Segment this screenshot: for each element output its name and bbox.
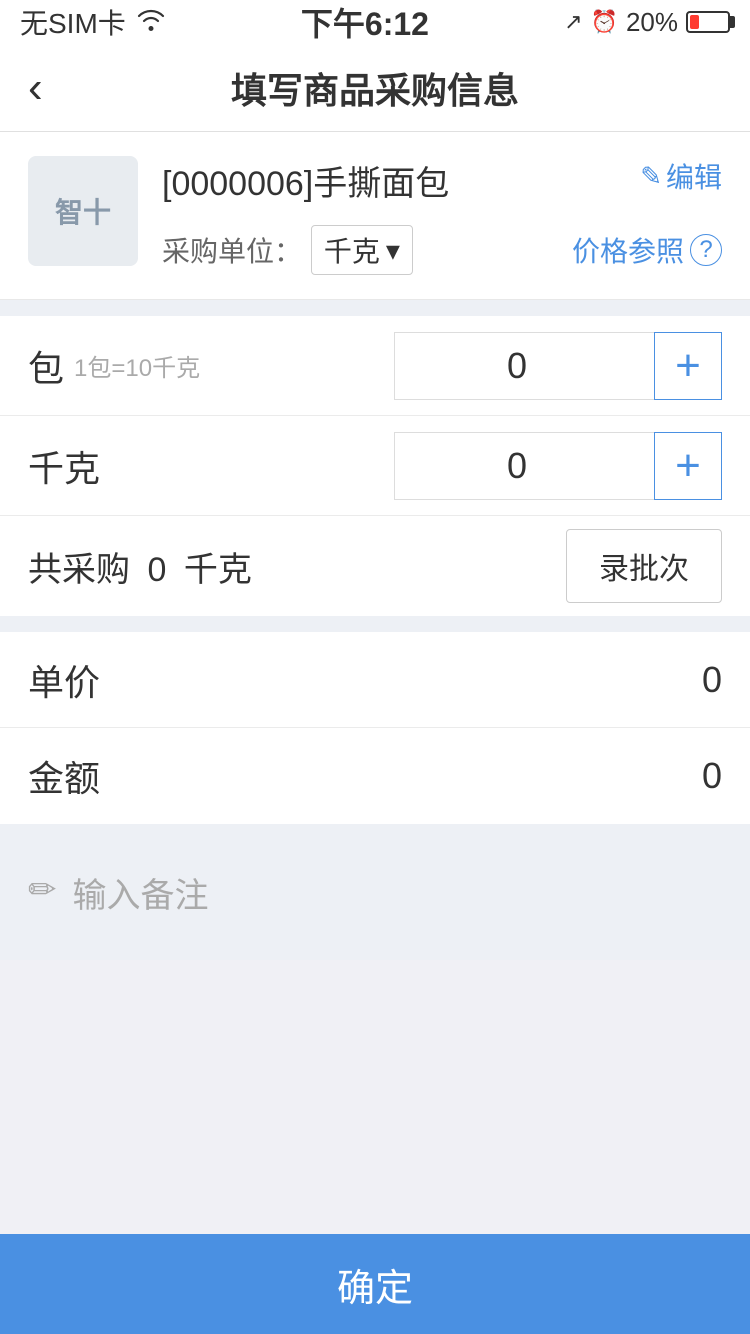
page-title: 填写商品采购信息 <box>231 62 519 114</box>
wifi-icon <box>136 6 166 38</box>
kg-plus-button[interactable]: + <box>654 432 722 500</box>
status-time: 下午6:12 <box>301 0 429 45</box>
product-info: [0000006]手撕面包 ✎ 编辑 采购单位： 千克 ▾ 价格参照 ? <box>162 156 722 275</box>
product-header: [0000006]手撕面包 ✎ 编辑 <box>162 156 722 205</box>
product-image: 智十 <box>28 156 138 266</box>
pack-input-right: + <box>200 332 722 400</box>
edit-button[interactable]: ✎ 编辑 <box>640 156 722 196</box>
section-separator-2 <box>0 616 750 632</box>
amount-value: 0 <box>702 755 722 797</box>
summary-unit: 千克 <box>184 551 252 589</box>
product-name: [0000006]手撕面包 <box>162 156 449 205</box>
nav-bar: ‹ 填写商品采购信息 <box>0 44 750 132</box>
section-separator-1 <box>0 300 750 316</box>
dropdown-arrow-icon: ▾ <box>386 234 400 267</box>
confirm-button[interactable]: 确定 <box>0 1234 750 1334</box>
pack-input-row: 包 1包=10千克 + <box>0 316 750 416</box>
summary-quantity: 0 <box>147 551 166 589</box>
kg-label: 千克 <box>28 440 100 492</box>
price-ref-help-icon: ? <box>690 234 722 266</box>
product-card: 智十 [0000006]手撕面包 ✎ 编辑 采购单位： 千克 ▾ <box>0 132 750 300</box>
notes-pencil-icon: ✏ <box>28 870 57 910</box>
unit-selector-area: 采购单位： 千克 ▾ <box>162 225 413 275</box>
summary-prefix: 共采购 <box>28 551 130 589</box>
back-button[interactable]: ‹ <box>28 66 43 110</box>
price-ref-label: 价格参照 <box>572 230 684 270</box>
edit-label: 编辑 <box>666 156 722 196</box>
battery-fill <box>690 15 699 29</box>
pack-plus-button[interactable]: + <box>654 332 722 400</box>
alarm-icon: ⏰ <box>591 9 618 35</box>
price-ref-button[interactable]: 价格参照 ? <box>572 230 722 270</box>
status-right: ↗ ⏰ 20% <box>564 7 730 38</box>
kg-quantity-input[interactable] <box>394 432 654 500</box>
product-unit-row: 采购单位： 千克 ▾ 价格参照 ? <box>162 225 722 275</box>
carrier-label: 无SIM卡 <box>20 2 126 42</box>
section-separator-3 <box>0 824 750 840</box>
summary-text: 共采购 0 千克 <box>28 542 252 591</box>
unit-dropdown[interactable]: 千克 ▾ <box>311 225 413 275</box>
product-logo-text: 智十 <box>55 191 111 231</box>
notes-placeholder: 输入备注 <box>73 868 209 917</box>
unit-value: 千克 <box>324 230 380 270</box>
unit-label: 采购单位： <box>162 236 302 267</box>
pack-sublabel: 1包=10千克 <box>74 348 200 383</box>
kg-input-right: + <box>100 432 722 500</box>
location-icon: ↗ <box>564 9 582 35</box>
batch-button[interactable]: 录批次 <box>566 529 722 603</box>
pack-quantity-input[interactable] <box>394 332 654 400</box>
unit-price-label: 单价 <box>28 654 100 706</box>
edit-icon: ✎ <box>640 161 662 192</box>
input-section: 包 1包=10千克 + 千克 + <box>0 316 750 516</box>
main-content: 智十 [0000006]手撕面包 ✎ 编辑 采购单位： 千克 ▾ <box>0 132 750 1060</box>
status-left: 无SIM卡 <box>20 2 166 42</box>
summary-row: 共采购 0 千克 录批次 <box>0 516 750 616</box>
battery-icon <box>686 11 730 33</box>
status-bar: 无SIM卡 下午6:12 ↗ ⏰ 20% <box>0 0 750 44</box>
amount-row: 金额 0 <box>0 728 750 824</box>
unit-price-row: 单价 0 <box>0 632 750 728</box>
amount-label: 金额 <box>28 750 100 802</box>
kg-input-row: 千克 + <box>0 416 750 516</box>
info-section: 单价 0 金额 0 <box>0 632 750 824</box>
battery-percent: 20% <box>626 7 678 38</box>
pack-label: 包 <box>28 340 64 392</box>
notes-area[interactable]: ✏ 输入备注 <box>0 840 750 960</box>
unit-price-value: 0 <box>702 659 722 701</box>
